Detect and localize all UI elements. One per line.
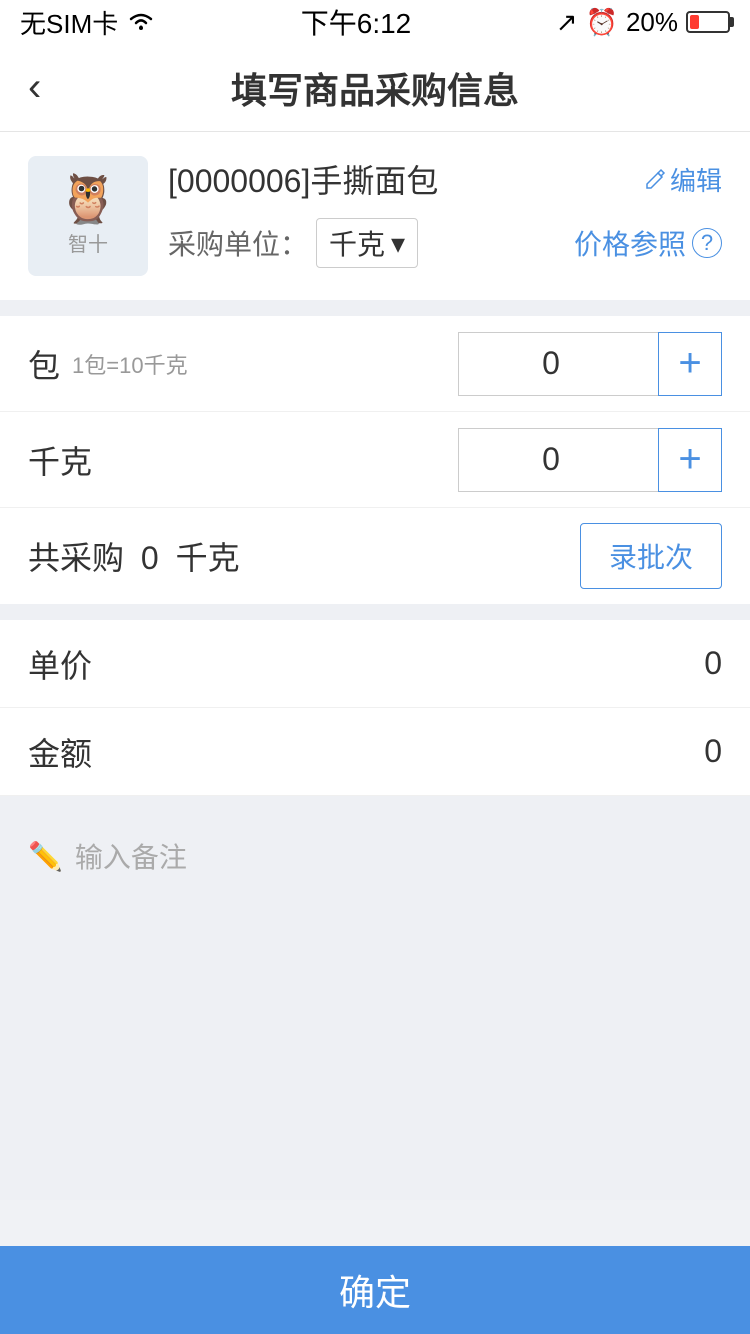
product-unit-label: 采购单位： [168,223,308,263]
location-icon: ↗ [556,7,578,38]
product-unit-row: 采购单位： 千克 ▾ 价格参照 ? [168,218,722,268]
note-placeholder: 输入备注 [75,836,187,876]
kg-input-wrap: + [458,428,722,492]
form-bag-section: 包 1包=10千克 + [0,316,750,412]
section-sep-1 [0,300,750,316]
record-batch-button[interactable]: 录批次 [580,523,722,589]
total-label-prefix: 共采购 [28,540,124,576]
product-name: [0000006]手撕面包 [168,156,438,202]
kg-input[interactable] [458,428,658,492]
status-bar: 无SIM卡 下午6:12 ↗ ⏰ 20% [0,0,750,44]
amount-label: 金额 [28,729,92,775]
product-owl-icon: 🦉 [58,176,118,224]
total-label: 共采购 0 千克 [28,533,240,579]
bag-input[interactable] [458,332,658,396]
price-section: 单价 0 金额 0 [0,620,750,796]
product-card: 🦉 智十 [0000006]手撕面包 编辑 采购单位： 千克 [0,132,750,300]
note-section[interactable]: ✏️ 输入备注 [0,812,750,900]
unit-price-label: 单价 [28,641,92,687]
total-section: 共采购 0 千克 录批次 [0,508,750,604]
confirm-button[interactable]: 确定 [0,1246,750,1334]
price-row-unit: 单价 0 [0,620,750,708]
battery-percent: 20% [626,7,678,38]
main-content: 🦉 智十 [0000006]手撕面包 编辑 采购单位： 千克 [0,132,750,1288]
kg-label: 千克 [28,437,458,483]
amount-value: 0 [704,733,722,770]
form-row-bag: 包 1包=10千克 + [0,316,750,412]
unit-value: 千克 [329,223,385,263]
product-image-label: 智十 [68,228,108,257]
bag-label-text: 包 [28,341,60,387]
form-kg-section: 千克 + [0,412,750,508]
carrier-label: 无SIM卡 [20,4,118,41]
unit-price-value: 0 [704,645,722,682]
product-name-row: [0000006]手撕面包 编辑 [168,156,722,202]
product-image: 🦉 智十 [28,156,148,276]
status-bar-time: 下午6:12 [301,2,412,42]
price-ref-icon: ? [692,228,722,258]
nav-bar: ‹ 填写商品采购信息 [0,44,750,132]
bag-plus-button[interactable]: + [658,332,722,396]
price-row-amount: 金额 0 [0,708,750,796]
bag-label: 包 1包=10千克 [28,341,458,387]
product-info: [0000006]手撕面包 编辑 采购单位： 千克 ▾ [168,156,722,268]
section-sep-3 [0,796,750,812]
dropdown-icon: ▾ [391,227,405,260]
price-ref-label: 价格参照 [574,223,686,263]
wifi-icon [126,7,156,38]
content-filler [0,900,750,1200]
battery-indicator [686,11,730,33]
kg-plus-button[interactable]: + [658,428,722,492]
note-icon: ✏️ [28,840,63,873]
total-amount: 0 [141,540,159,576]
page-title: 填写商品采购信息 [231,62,519,114]
edit-label: 编辑 [670,161,722,198]
total-row: 共采购 0 千克 录批次 [0,508,750,604]
back-button[interactable]: ‹ [28,65,41,110]
product-edit-button[interactable]: 编辑 [644,161,722,198]
form-row-kg: 千克 + [0,412,750,508]
alarm-icon: ⏰ [586,7,618,38]
product-unit-select[interactable]: 千克 ▾ [316,218,418,268]
section-sep-2 [0,604,750,620]
bag-sub-label: 1包=10千克 [72,348,188,380]
kg-label-text: 千克 [28,437,92,483]
total-unit: 千克 [176,540,240,576]
status-bar-left: 无SIM卡 [20,4,156,41]
bag-input-wrap: + [458,332,722,396]
status-bar-right: ↗ ⏰ 20% [556,7,730,38]
price-ref-button[interactable]: 价格参照 ? [574,223,722,263]
